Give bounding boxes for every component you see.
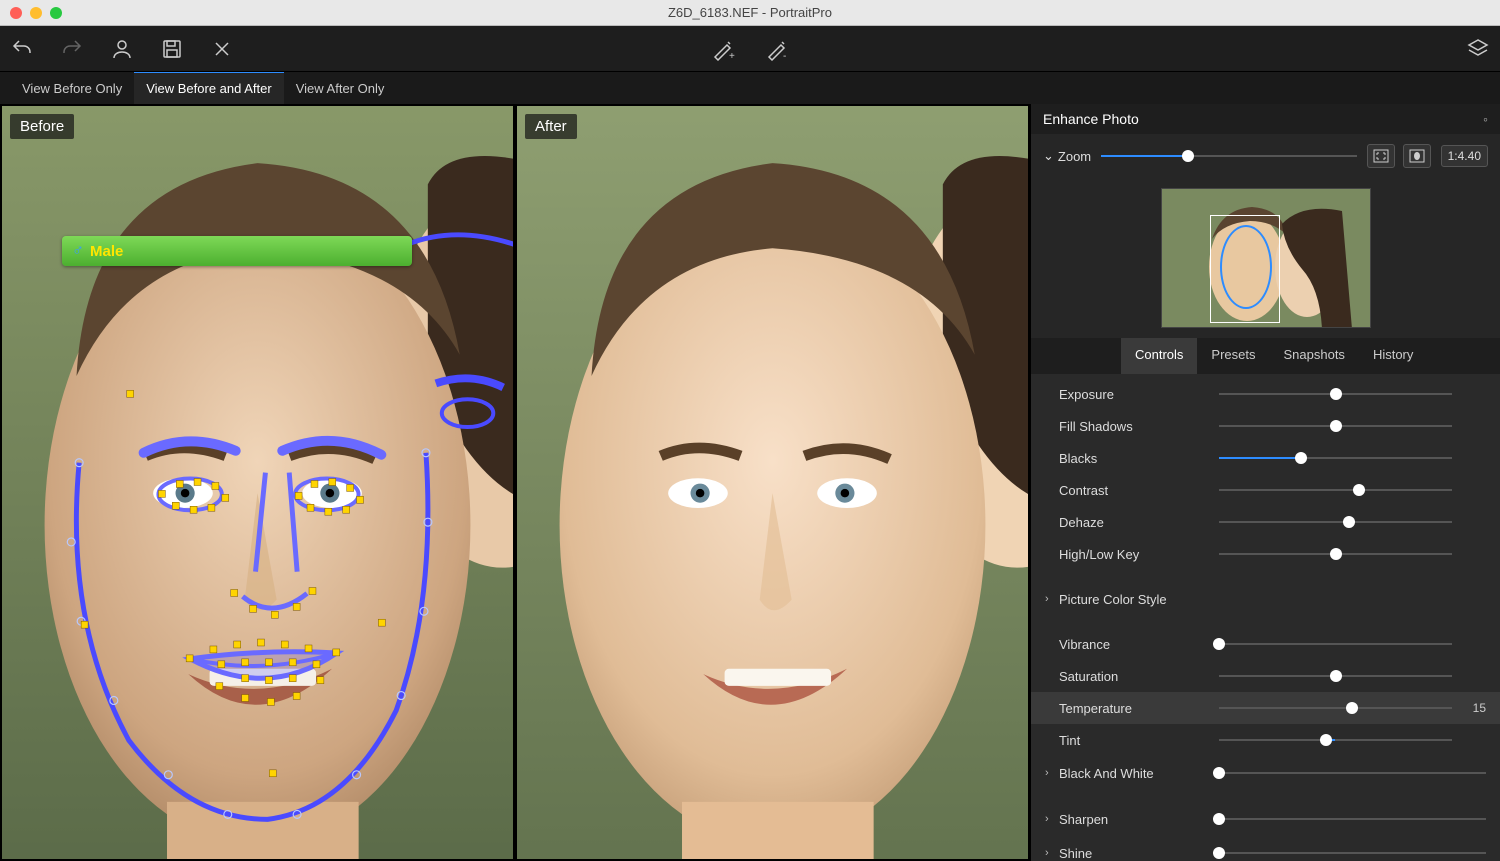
panel-menu-icon[interactable]: ◦	[1483, 111, 1488, 127]
after-image	[517, 106, 1028, 859]
traffic-lights	[10, 7, 62, 19]
zoom-toggle[interactable]: ⌄ Zoom	[1043, 148, 1091, 164]
section-picture-color-style[interactable]: › Picture Color Style	[1031, 582, 1500, 616]
gender-label: Male	[90, 243, 123, 260]
zoom-slider[interactable]	[1101, 146, 1356, 166]
slider-temperature[interactable]: Temperature 15	[1031, 692, 1500, 724]
chevron-right-icon: ›	[1045, 847, 1059, 859]
slider-high-low-key[interactable]: High/Low Key	[1031, 538, 1500, 570]
chevron-right-icon: ›	[1045, 593, 1059, 605]
slider-exposure[interactable]: Exposure	[1031, 378, 1500, 410]
view-mode-tabs: View Before Only View Before and After V…	[0, 72, 1500, 104]
tab-before-only[interactable]: View Before Only	[10, 73, 134, 104]
tab-snapshots[interactable]: Snapshots	[1270, 338, 1359, 374]
minimize-window-button[interactable]	[30, 7, 42, 19]
panel-header: Enhance Photo ◦	[1031, 104, 1500, 134]
svg-text:-: -	[783, 51, 786, 61]
section-sharpen[interactable]: › Sharpen	[1031, 802, 1500, 836]
person-button[interactable]	[110, 37, 134, 61]
tab-before-after[interactable]: View Before and After	[134, 71, 284, 104]
svg-text:+: +	[729, 51, 735, 61]
main-toolbar: + -	[0, 26, 1500, 72]
after-pane[interactable]: After	[517, 106, 1028, 859]
before-image	[2, 106, 513, 859]
save-button[interactable]	[160, 37, 184, 61]
after-label: After	[525, 114, 577, 139]
panel-title: Enhance Photo	[1043, 111, 1139, 127]
slider-vibrance[interactable]: Vibrance	[1031, 628, 1500, 660]
zoom-face-button[interactable]	[1403, 144, 1431, 168]
chevron-down-icon: ⌄	[1043, 148, 1054, 164]
chevron-right-icon: ›	[1045, 813, 1059, 825]
male-icon: ♂	[72, 242, 84, 260]
redo-button[interactable]	[60, 37, 84, 61]
tab-after-only[interactable]: View After Only	[284, 73, 397, 104]
window-titlebar: Z6D_6183.NEF - PortraitPro	[0, 0, 1500, 26]
tab-controls[interactable]: Controls	[1121, 338, 1197, 374]
chevron-right-icon: ›	[1045, 767, 1059, 779]
zoom-fit-button[interactable]	[1367, 144, 1395, 168]
brush-add-button[interactable]: +	[711, 37, 735, 61]
before-label: Before	[10, 114, 74, 139]
gender-tag[interactable]: ♂ Male	[62, 236, 412, 266]
slider-tint[interactable]: Tint	[1031, 724, 1500, 756]
tab-history[interactable]: History	[1359, 338, 1427, 374]
slider-dehaze[interactable]: Dehaze	[1031, 506, 1500, 538]
close-window-button[interactable]	[10, 7, 22, 19]
control-tabs: Controls Presets Snapshots History	[1031, 338, 1500, 374]
right-panel: Enhance Photo ◦ ⌄ Zoom 1:4.40	[1030, 104, 1500, 861]
maximize-window-button[interactable]	[50, 7, 62, 19]
tab-presets[interactable]: Presets	[1197, 338, 1269, 374]
brush-subtract-button[interactable]: -	[765, 37, 789, 61]
image-compare-area: Before	[0, 104, 1030, 861]
slider-contrast[interactable]: Contrast	[1031, 474, 1500, 506]
before-pane[interactable]: Before	[2, 106, 513, 859]
close-button[interactable]	[210, 37, 234, 61]
zoom-row: ⌄ Zoom 1:4.40	[1031, 134, 1500, 178]
undo-button[interactable]	[10, 37, 34, 61]
slider-saturation[interactable]: Saturation	[1031, 660, 1500, 692]
slider-blacks[interactable]: Blacks	[1031, 442, 1500, 474]
section-shine[interactable]: › Shine	[1031, 836, 1500, 861]
layers-button[interactable]	[1466, 37, 1490, 61]
section-black-and-white[interactable]: › Black And White	[1031, 756, 1500, 790]
window-title: Z6D_6183.NEF - PortraitPro	[0, 5, 1500, 20]
zoom-ratio[interactable]: 1:4.40	[1441, 145, 1488, 167]
slider-fill-shadows[interactable]: Fill Shadows	[1031, 410, 1500, 442]
controls-list: Exposure Fill Shadows Blacks Contrast De…	[1031, 374, 1500, 861]
navigator-thumbnail[interactable]	[1161, 188, 1371, 328]
zoom-navigator	[1031, 178, 1500, 338]
